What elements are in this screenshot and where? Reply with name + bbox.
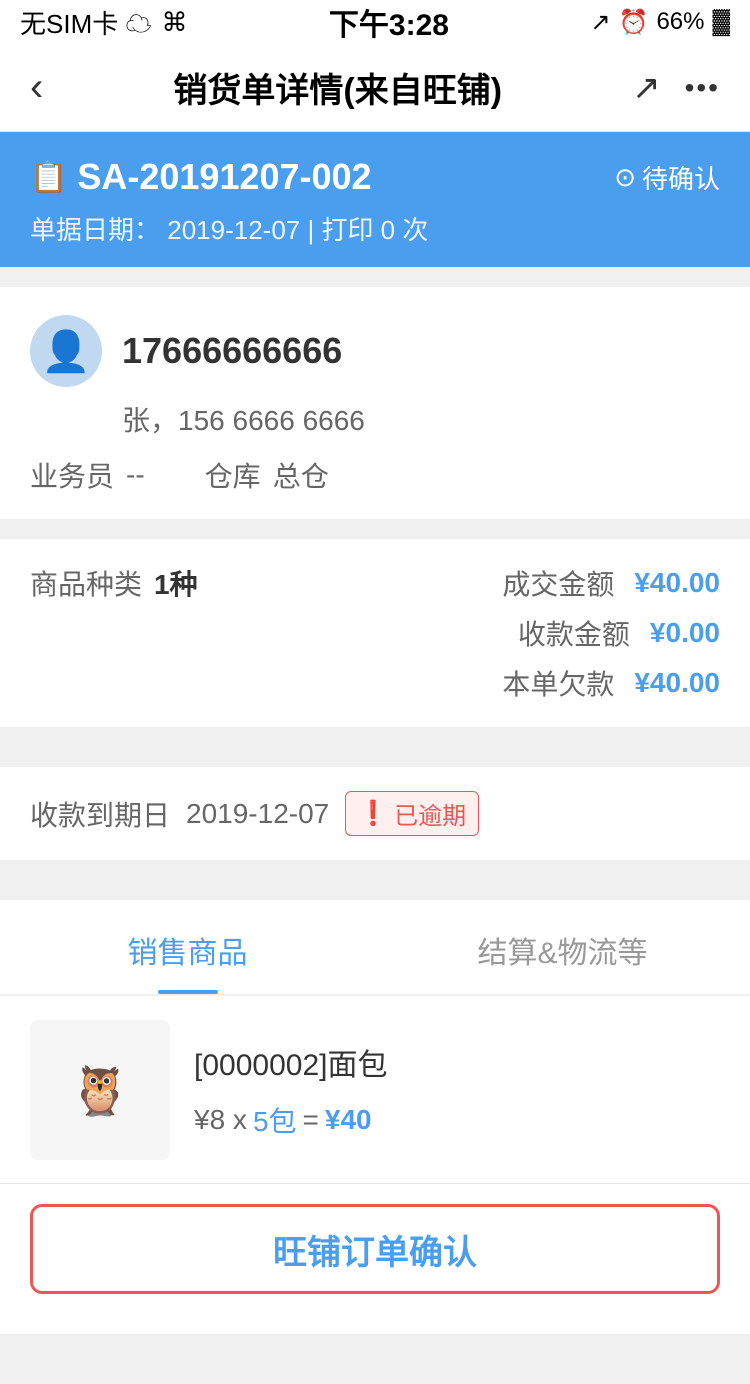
- owed-value: ¥40.00: [634, 667, 720, 699]
- doc-date-value: 2019-12-07: [167, 215, 300, 245]
- due-date-value: 2019-12-07: [186, 798, 329, 830]
- bottom-bar: 旺铺订单确认: [0, 1183, 750, 1334]
- type-label: 商品种类: [30, 563, 142, 603]
- status-bar: 无SIM卡 ☁ ⌘ 下午3:28 ↗ ⏰ 66% ▓: [0, 0, 750, 44]
- status-time: 下午3:28: [329, 0, 449, 44]
- order-date-row: 单据日期： 2019-12-07 | 打印 0 次: [30, 210, 720, 247]
- location-icon: ↗: [590, 8, 610, 37]
- avatar: 👤: [30, 315, 102, 387]
- deal-label: 成交金额: [502, 563, 614, 603]
- deal-amount-row: 成交金额 ¥40.00: [502, 563, 720, 603]
- status-right: ↗ ⏰ 66% ▓: [590, 8, 730, 37]
- product-thumbnail: 🦉: [30, 1020, 170, 1160]
- confirm-order-button[interactable]: 旺铺订单确认: [30, 1204, 720, 1294]
- customer-detail: 张，156 6666 6666: [0, 387, 750, 439]
- product-eq: =: [303, 1104, 319, 1136]
- customer-meta: 业务员 -- 仓库 总仓: [0, 439, 750, 519]
- salesperson-label: 业务员: [30, 455, 114, 495]
- order-icon: 📋: [30, 160, 67, 195]
- product-logo-icon: 🦉: [70, 1062, 130, 1119]
- print-info: | 打印 0 次: [307, 215, 428, 245]
- product-price-row: ¥8 x 5包 = ¥40: [194, 1100, 720, 1140]
- received-label: 收款金额: [518, 613, 630, 653]
- status-left: 无SIM卡 ☁ ⌘: [20, 4, 187, 41]
- customer-phone: 17666666666: [122, 330, 342, 372]
- back-button[interactable]: ‹: [30, 65, 43, 110]
- overdue-badge: ❗ 已逾期: [345, 791, 479, 836]
- amounts-right: 成交金额 ¥40.00 收款金额 ¥0.00 本单欠款 ¥40.00: [502, 563, 720, 703]
- overdue-text: 已逾期: [394, 796, 466, 831]
- deal-value: ¥40.00: [634, 567, 720, 599]
- warehouse-label: 仓库: [205, 455, 261, 495]
- warehouse-value: 总仓: [273, 455, 329, 495]
- order-id-text: SA-20191207-002: [77, 156, 371, 198]
- received-amount-row: 收款金额 ¥0.00: [502, 613, 720, 653]
- more-icon[interactable]: •••: [685, 72, 720, 104]
- customer-section: 👤 17666666666 张，156 6666 6666 业务员 -- 仓库 …: [0, 287, 750, 519]
- divider-2: [0, 727, 750, 747]
- order-status: ⊙ 待确认: [614, 159, 720, 196]
- salesperson-row: 业务员 --: [30, 455, 145, 495]
- product-type-row: 商品种类 1种: [30, 563, 198, 603]
- share-icon[interactable]: ↗: [632, 68, 661, 108]
- product-unit-price: ¥8 x: [194, 1104, 247, 1136]
- due-date-section: 收款到期日 2019-12-07 ❗ 已逾期: [0, 767, 750, 860]
- product-qty: 5包: [253, 1100, 297, 1140]
- product-details: [0000002]面包 ¥8 x 5包 = ¥40: [194, 1020, 720, 1160]
- alarm-icon: ⏰: [619, 8, 649, 37]
- received-value: ¥0.00: [650, 617, 720, 649]
- battery-icon: ▓: [712, 8, 730, 36]
- status-text: 待确认: [642, 159, 720, 196]
- order-id-row: 📋 SA-20191207-002: [30, 156, 372, 198]
- tab-settlement[interactable]: 结算&物流等: [375, 900, 750, 994]
- product-item: 🦉 [0000002]面包 ¥8 x 5包 = ¥40: [0, 996, 750, 1184]
- divider-3: [0, 860, 750, 880]
- divider-1: [0, 519, 750, 539]
- order-header-card: 📋 SA-20191207-002 ⊙ 待确认 单据日期： 2019-12-07…: [0, 132, 750, 267]
- tab-sales-label: 销售商品: [128, 937, 248, 970]
- nav-bar: ‹ 销货单详情(来自旺铺) ↗ •••: [0, 44, 750, 132]
- battery-text: 66%: [656, 8, 704, 36]
- status-clock-icon: ⊙: [614, 162, 636, 193]
- user-icon: 👤: [41, 328, 91, 375]
- due-label: 收款到期日: [30, 794, 170, 834]
- type-value: 1种: [154, 563, 198, 603]
- page-title: 销货单详情(来自旺铺): [173, 63, 502, 112]
- owed-label: 本单欠款: [502, 663, 614, 703]
- overdue-icon: ❗: [358, 799, 388, 828]
- owed-amount-row: 本单欠款 ¥40.00: [502, 663, 720, 703]
- tabs-section: 销售商品 结算&物流等: [0, 900, 750, 994]
- wifi-icon: ⌘: [161, 7, 187, 38]
- salesperson-value: --: [126, 459, 145, 491]
- sim-text: 无SIM卡 ☁: [20, 4, 151, 41]
- product-name: [0000002]面包: [194, 1040, 720, 1084]
- tab-settlement-label: 结算&物流等: [477, 937, 647, 970]
- product-total: ¥40: [325, 1104, 372, 1136]
- doc-date-label: 单据日期：: [30, 215, 160, 245]
- tab-sales-products[interactable]: 销售商品: [0, 900, 375, 994]
- nav-actions: ↗ •••: [632, 68, 720, 108]
- warehouse-row: 仓库 总仓: [205, 455, 329, 495]
- amounts-section: 商品种类 1种 成交金额 ¥40.00 收款金额 ¥0.00 本单欠款 ¥40.…: [0, 539, 750, 727]
